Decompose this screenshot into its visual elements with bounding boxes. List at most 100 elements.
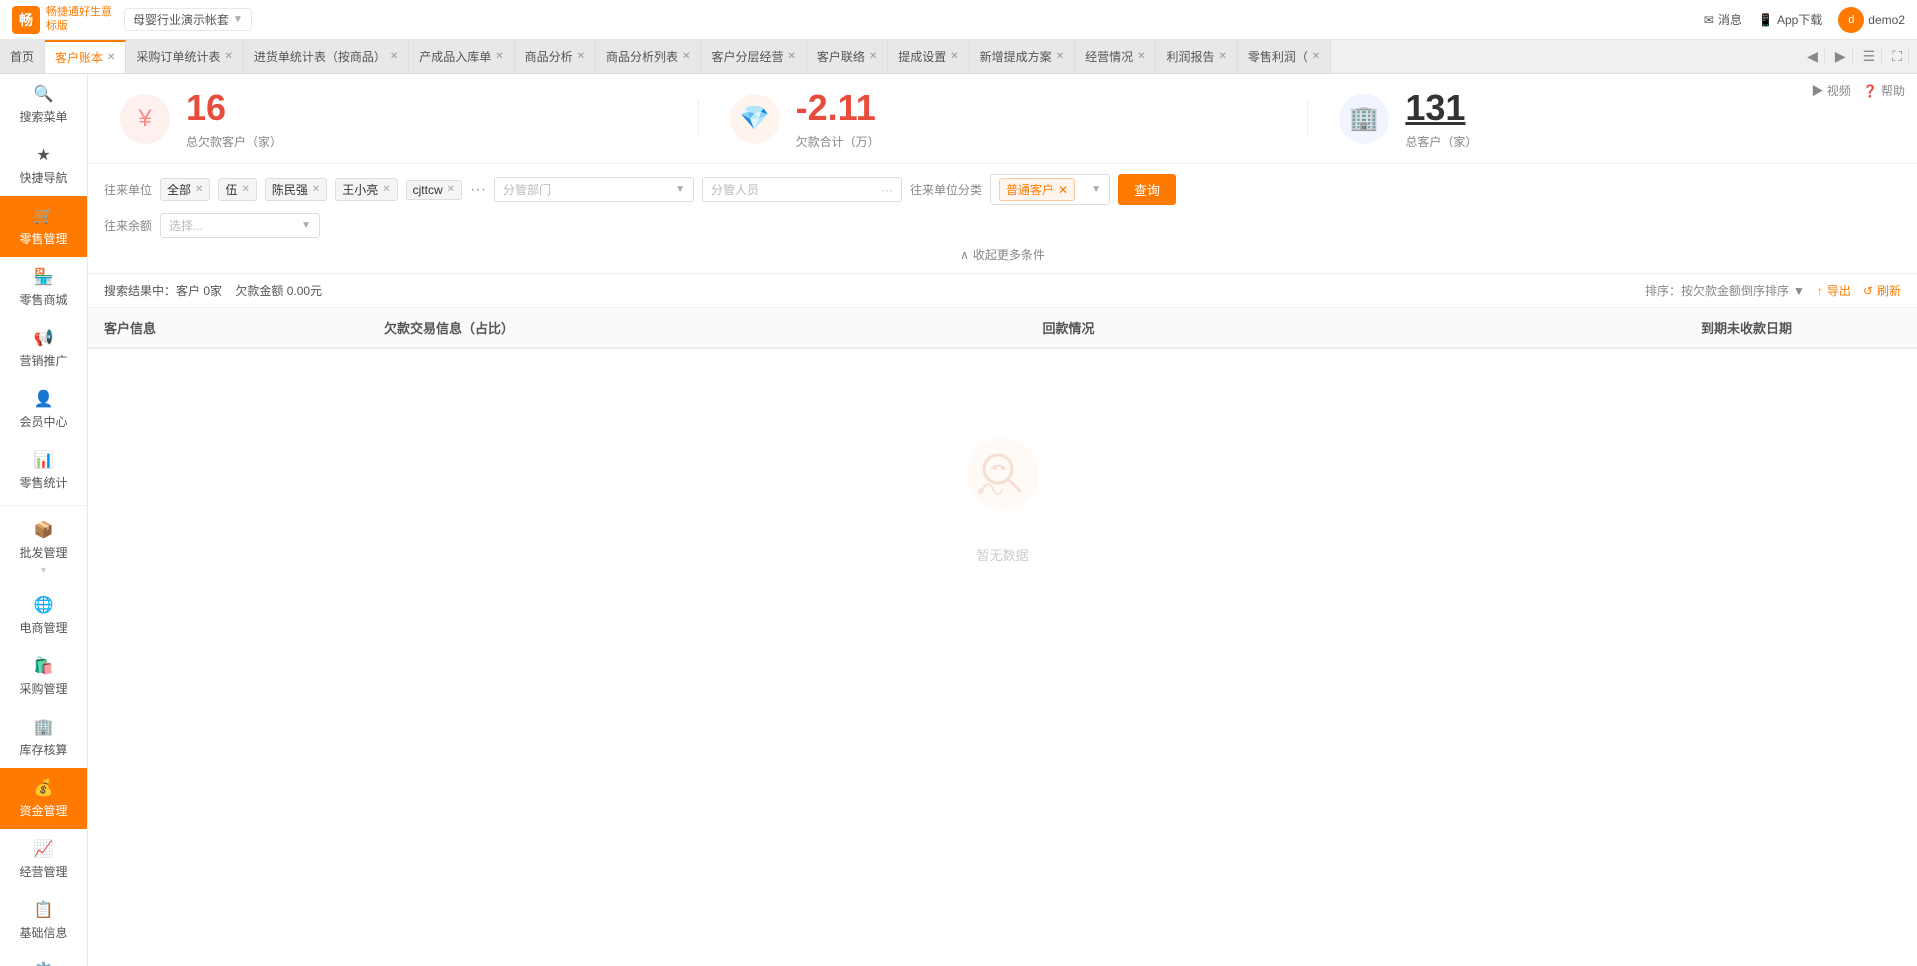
export-icon: ↑: [1817, 284, 1823, 298]
sidebar-search[interactable]: 🔍 搜索菜单: [0, 74, 87, 135]
stat-icon-3: 🏢: [1339, 94, 1389, 144]
tab-close-cost-in[interactable]: ✕: [495, 51, 503, 62]
sidebar-quick-nav[interactable]: ★ 快捷导航: [0, 135, 87, 196]
finance-icon: 💰: [34, 778, 54, 798]
query-btn[interactable]: 查询: [1118, 174, 1176, 205]
tab-new-raise[interactable]: 新增提成方案 ✕: [970, 40, 1075, 73]
account-selector[interactable]: 母婴行业演示帐套 ▼: [124, 8, 252, 31]
tab-close-goods-analysis[interactable]: ✕: [577, 51, 585, 62]
category-selector[interactable]: 普通客户 ✕ ▼: [990, 174, 1110, 205]
logo-icon: 畅: [12, 6, 40, 34]
tab-controls: ◀ ▶ ☰ ⛶: [1793, 48, 1917, 65]
sys-icon: ⚙️: [34, 961, 54, 966]
sidebar-item-retail-stat[interactable]: 📊 零售统计: [0, 440, 87, 501]
tab-close-customer-tier[interactable]: ✕: [787, 51, 795, 62]
tab-customer-tier[interactable]: 客户分层经营 ✕: [701, 40, 806, 73]
stat-num-total: 131: [1405, 87, 1477, 129]
sidebar-item-inventory[interactable]: 🏢 库存核算: [0, 707, 87, 768]
retail-icon: 🛒: [34, 206, 54, 226]
stat-num-debt: -2.11: [796, 87, 880, 129]
balance-selector[interactable]: 选择... ▼: [160, 213, 320, 238]
filter-row-1: 往来单位 全部 ✕ 伍 ✕ 陈民强 ✕ 王小亮 ✕: [104, 174, 1901, 205]
tab-close-purchase-stat[interactable]: ✕: [390, 51, 398, 62]
collapse-icon: ∧: [960, 248, 969, 262]
sidebar-item-purchase[interactable]: 🛍️ 采购管理: [0, 646, 87, 707]
dept-selector[interactable]: 分管部门 ▼: [494, 177, 694, 202]
sidebar-item-marketing[interactable]: 📢 营销推广: [0, 318, 87, 379]
tab-close-new-raise[interactable]: ✕: [1056, 51, 1064, 62]
message-icon: ✉: [1704, 13, 1714, 27]
sort-icon: ▼: [1793, 284, 1805, 298]
sidebar-item-retail-mall[interactable]: 🏪 零售商城: [0, 257, 87, 318]
wholesale-icon: 📦: [34, 520, 54, 540]
tab-fullscreen-btn[interactable]: ⛶: [1886, 48, 1909, 65]
sidebar-item-operation[interactable]: 📈 经营管理: [0, 829, 87, 890]
sidebar-item-member[interactable]: 👤 会员中心: [0, 379, 87, 440]
sort-btn[interactable]: 排序：按欠款金额倒序排序 ▼: [1645, 282, 1805, 299]
app-download-btn[interactable]: 📱 App下载: [1758, 11, 1822, 28]
close-icon-wang[interactable]: ✕: [382, 184, 390, 195]
tab-menu-btn[interactable]: ☰: [1857, 48, 1883, 65]
tab-purchase-stat[interactable]: 进货单统计表（按商品） ✕: [244, 40, 409, 73]
sidebar-item-finance[interactable]: 💰 资金管理: [0, 768, 87, 829]
filter-tag-wu[interactable]: 伍 ✕: [218, 178, 256, 201]
tab-close-raise-settings[interactable]: ✕: [950, 51, 958, 62]
sidebar-item-ecommerce[interactable]: 🌐 电商管理: [0, 585, 87, 646]
export-btn[interactable]: ↑ 导出: [1817, 282, 1851, 299]
tab-operation-status[interactable]: 经营情况 ✕: [1075, 40, 1156, 73]
tab-goods-analysis-list[interactable]: 商品分析列表 ✕: [596, 40, 701, 73]
tab-customer-account[interactable]: 客户账本 ✕: [45, 40, 126, 73]
tab-prev-btn[interactable]: ◀: [1801, 48, 1825, 65]
message-btn[interactable]: ✉ 消息: [1704, 11, 1742, 28]
tab-close-retail-profit[interactable]: ✕: [1312, 51, 1320, 62]
tab-cost-in[interactable]: 产成品入库单 ✕: [409, 40, 514, 73]
filter-tag-unit-all[interactable]: 全部 ✕: [160, 178, 210, 201]
collapse-btn[interactable]: ∧ 收起更多条件: [104, 246, 1901, 263]
close-icon-category[interactable]: ✕: [1058, 183, 1068, 197]
sidebar-item-wholesale[interactable]: 📦 批发管理 ▼: [0, 510, 87, 585]
empty-text: 暂无数据: [976, 545, 1028, 564]
tab-close-goods-analysis-list[interactable]: ✕: [682, 51, 690, 62]
filter-add-unit[interactable]: ···: [470, 181, 486, 199]
tab-close-customer-contact[interactable]: ✕: [869, 51, 877, 62]
refresh-btn[interactable]: ↺ 刷新: [1863, 282, 1901, 299]
star-icon: ★: [36, 145, 50, 165]
filter-tag-cjttcw[interactable]: cjttcw ✕: [406, 180, 462, 200]
table-wrap: 客户信息 欠款交易信息（占比） 回款情况 到期未收款日期: [88, 308, 1917, 966]
close-icon[interactable]: ✕: [195, 184, 203, 195]
tab-purchase-order[interactable]: 采购订单统计表 ✕: [126, 40, 243, 73]
tab-profit-report[interactable]: 利润报告 ✕: [1156, 40, 1237, 73]
close-icon-chen[interactable]: ✕: [312, 184, 320, 195]
person-clear[interactable]: ···: [881, 183, 893, 197]
sidebar-item-sys-mgmt[interactable]: ⚙️ 系统管理: [0, 951, 87, 966]
sidebar-item-retail-mgmt[interactable]: 🛒 零售管理: [0, 196, 87, 257]
result-actions: 排序：按欠款金额倒序排序 ▼ ↑ 导出 ↺ 刷新: [1645, 282, 1901, 299]
tab-raise-settings[interactable]: 提成设置 ✕: [888, 40, 969, 73]
stats-bar: ▶ 视频 ❓ 帮助 ¥ 16 总欠款客户（家） 💎 -2.11: [88, 74, 1917, 164]
tab-close-profit-report[interactable]: ✕: [1219, 51, 1227, 62]
member-icon: 👤: [34, 389, 54, 409]
filter-tag-chen[interactable]: 陈民强 ✕: [265, 178, 327, 201]
mall-icon: 🏪: [34, 267, 54, 287]
person-selector[interactable]: 分管人员 ···: [702, 177, 902, 202]
sidebar: 🔍 搜索菜单 ★ 快捷导航 🛒 零售管理 🏪 零售商城 📢 营销推广 👤: [0, 74, 88, 966]
inventory-icon: 🏢: [34, 717, 54, 737]
tab-close-operation-status[interactable]: ✕: [1137, 51, 1145, 62]
result-bar: 搜索结果中：客户 0家 欠款金额 0.00元 排序：按欠款金额倒序排序 ▼ ↑: [88, 274, 1917, 308]
avatar: d: [1838, 7, 1864, 33]
tab-goods-analysis[interactable]: 商品分析 ✕: [515, 40, 596, 73]
filter-tag-wang[interactable]: 王小亮 ✕: [335, 178, 397, 201]
close-icon-cjttcw[interactable]: ✕: [447, 184, 455, 195]
tab-next-btn[interactable]: ▶: [1829, 48, 1853, 65]
tab-close-customer-account[interactable]: ✕: [107, 52, 115, 63]
sidebar-item-basic-info[interactable]: 📋 基础信息: [0, 890, 87, 951]
user-btn[interactable]: d demo2: [1838, 7, 1905, 33]
tab-customer-contact[interactable]: 客户联络 ✕: [807, 40, 888, 73]
category-tag[interactable]: 普通客户 ✕: [999, 178, 1075, 201]
tab-retail-profit[interactable]: 零售利润（ ✕: [1238, 40, 1331, 73]
tab-close-purchase-order[interactable]: ✕: [224, 51, 232, 62]
tab-home[interactable]: 首页: [0, 40, 45, 73]
operation-icon: 📈: [34, 839, 54, 859]
unit-label: 往来单位: [104, 181, 152, 198]
close-icon-wu[interactable]: ✕: [241, 184, 249, 195]
